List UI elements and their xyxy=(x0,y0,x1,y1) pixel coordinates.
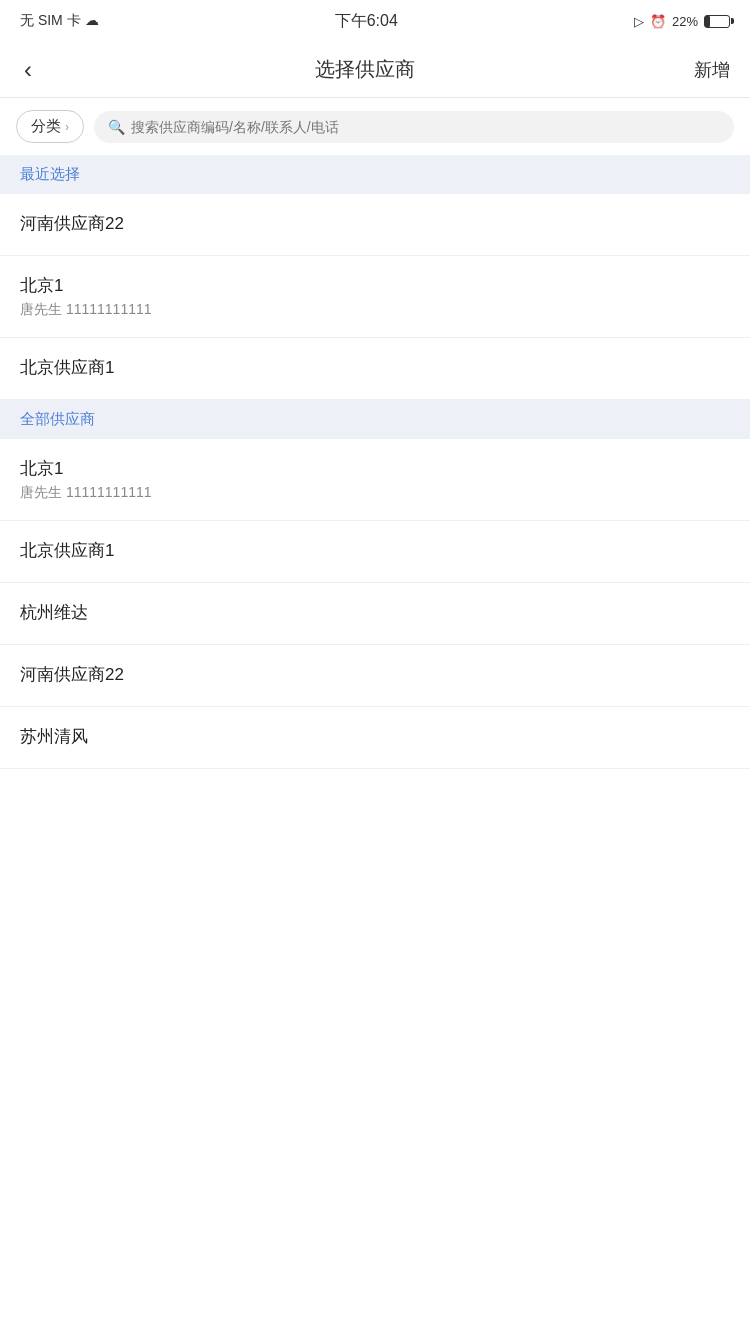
add-button[interactable]: 新增 xyxy=(694,58,730,82)
sim-status: 无 SIM 卡 ☁ xyxy=(20,12,99,30)
recent-section-header: 最近选择 xyxy=(0,155,750,194)
item-name: 河南供应商22 xyxy=(20,663,730,686)
item-name: 北京供应商1 xyxy=(20,539,730,562)
list-item[interactable]: 杭州维达 xyxy=(0,583,750,645)
all-section-header: 全部供应商 xyxy=(0,400,750,439)
status-left: 无 SIM 卡 ☁ xyxy=(20,12,99,30)
item-name: 苏州清风 xyxy=(20,725,730,748)
list-item[interactable]: 河南供应商22 xyxy=(0,194,750,256)
status-right: ▷ ⏰ 22% xyxy=(634,14,730,29)
recent-items-list: 河南供应商22 北京1 唐先生 11111111111 北京供应商1 xyxy=(0,194,750,400)
category-button[interactable]: 分类 › xyxy=(16,110,84,143)
list-item[interactable]: 北京1 唐先生 11111111111 xyxy=(0,256,750,338)
search-icon: 🔍 xyxy=(108,119,125,135)
item-name: 杭州维达 xyxy=(20,601,730,624)
page-title: 选择供应商 xyxy=(315,56,415,83)
nav-bar: ‹ 选择供应商 新增 xyxy=(0,42,750,98)
location-icon: ▷ xyxy=(634,14,644,29)
item-sub: 唐先生 11111111111 xyxy=(20,484,730,502)
list-item[interactable]: 苏州清风 xyxy=(0,707,750,769)
battery-percent: 22% xyxy=(672,14,698,29)
item-name: 北京1 xyxy=(20,457,730,480)
list-item[interactable]: 北京1 唐先生 11111111111 xyxy=(0,439,750,521)
category-label: 分类 xyxy=(31,117,61,136)
alarm-icon: ⏰ xyxy=(650,14,666,29)
status-time: 下午6:04 xyxy=(335,11,398,32)
item-name: 北京1 xyxy=(20,274,730,297)
item-name: 河南供应商22 xyxy=(20,212,730,235)
list-item[interactable]: 北京供应商1 xyxy=(0,338,750,400)
status-bar: 无 SIM 卡 ☁ 下午6:04 ▷ ⏰ 22% xyxy=(0,0,750,42)
filter-bar: 分类 › 🔍 xyxy=(0,98,750,155)
all-items-list: 北京1 唐先生 11111111111 北京供应商1 杭州维达河南供应商22 苏州清风 xyxy=(0,439,750,769)
back-button[interactable]: ‹ xyxy=(20,48,36,92)
list-item[interactable]: 河南供应商22 xyxy=(0,645,750,707)
battery-fill xyxy=(705,16,710,27)
search-bar[interactable]: 🔍 xyxy=(94,111,734,143)
battery-icon xyxy=(704,15,730,28)
item-name: 北京供应商1 xyxy=(20,356,730,379)
list-item[interactable]: 北京供应商1 xyxy=(0,521,750,583)
search-input[interactable] xyxy=(131,119,720,135)
chevron-right-icon: › xyxy=(65,120,69,134)
item-sub: 唐先生 11111111111 xyxy=(20,301,730,319)
